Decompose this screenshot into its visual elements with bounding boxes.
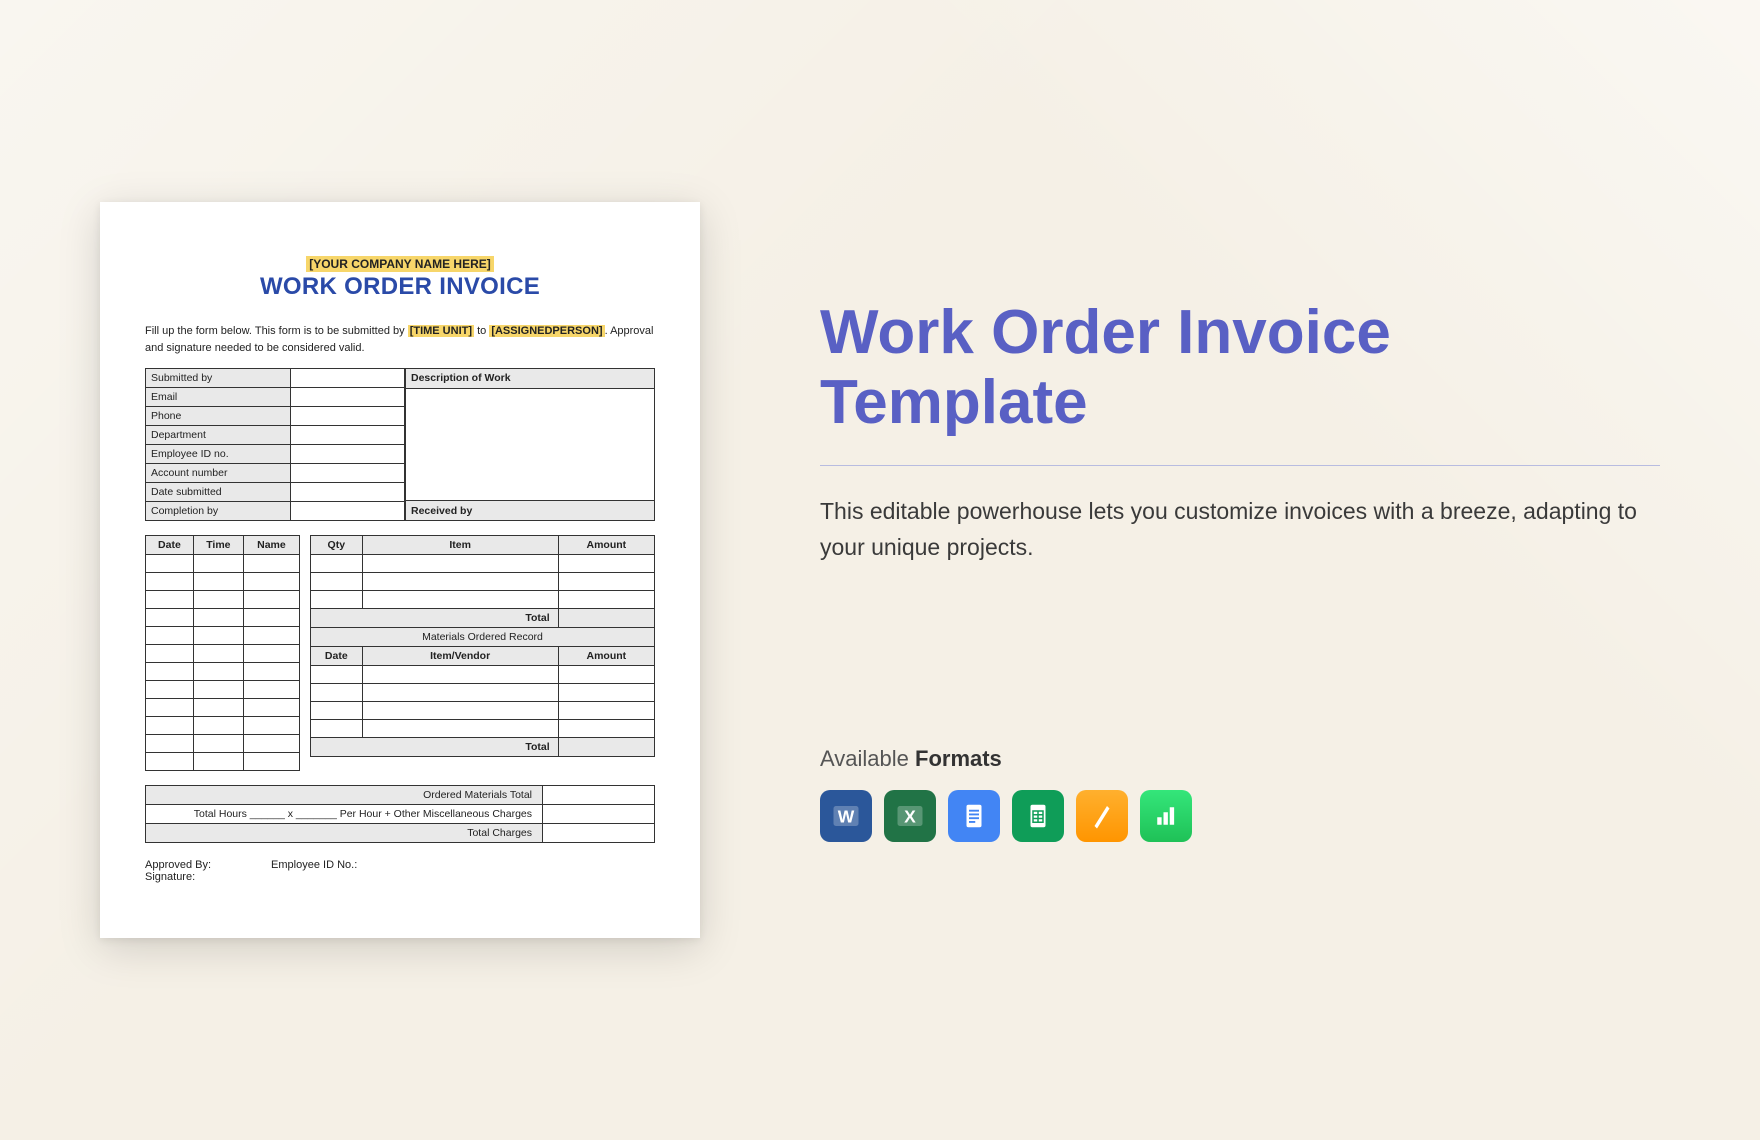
totals-section: Ordered Materials Total Total Hours ____… (145, 785, 655, 843)
word-icon[interactable]: W (820, 790, 872, 842)
document-preview: [YOUR COMPANY NAME HERE] WORK ORDER INVO… (80, 202, 720, 938)
pages-icon[interactable] (1076, 790, 1128, 842)
document-title: WORK ORDER INVOICE (145, 273, 655, 301)
formats-label: Available Formats (820, 746, 1660, 772)
template-description: This editable powerhouse lets you custom… (820, 494, 1660, 565)
signature-section: Approved By: Signature: Employee ID No.: (145, 859, 655, 883)
company-name-placeholder: [YOUR COMPANY NAME HERE] (145, 257, 655, 271)
invoice-page: [YOUR COMPANY NAME HERE] WORK ORDER INVO… (100, 202, 700, 938)
format-icons: W X (820, 790, 1660, 842)
info-section: Submitted by Email Phone Department Empl… (145, 368, 655, 521)
description-table: Description of Work Received by (405, 368, 655, 521)
google-sheets-icon[interactable] (1012, 790, 1064, 842)
svg-text:W: W (838, 806, 855, 826)
title-divider (820, 465, 1660, 466)
items-table: QtyItemAmount Total Materials Ordered Re… (310, 535, 655, 757)
numbers-icon[interactable] (1140, 790, 1192, 842)
excel-icon[interactable]: X (884, 790, 936, 842)
line-items-section: DateTimeName QtyItemAmount Total Materia… (145, 535, 655, 771)
instruction-text: Fill up the form below. This form is to … (145, 323, 655, 356)
time-log-table: DateTimeName (145, 535, 300, 771)
svg-text:X: X (904, 806, 916, 826)
promo-panel: Work Order Invoice Template This editabl… (800, 298, 1680, 841)
google-docs-icon[interactable] (948, 790, 1000, 842)
template-title: Work Order Invoice Template (820, 298, 1660, 437)
submitter-info-table: Submitted by Email Phone Department Empl… (145, 368, 405, 521)
